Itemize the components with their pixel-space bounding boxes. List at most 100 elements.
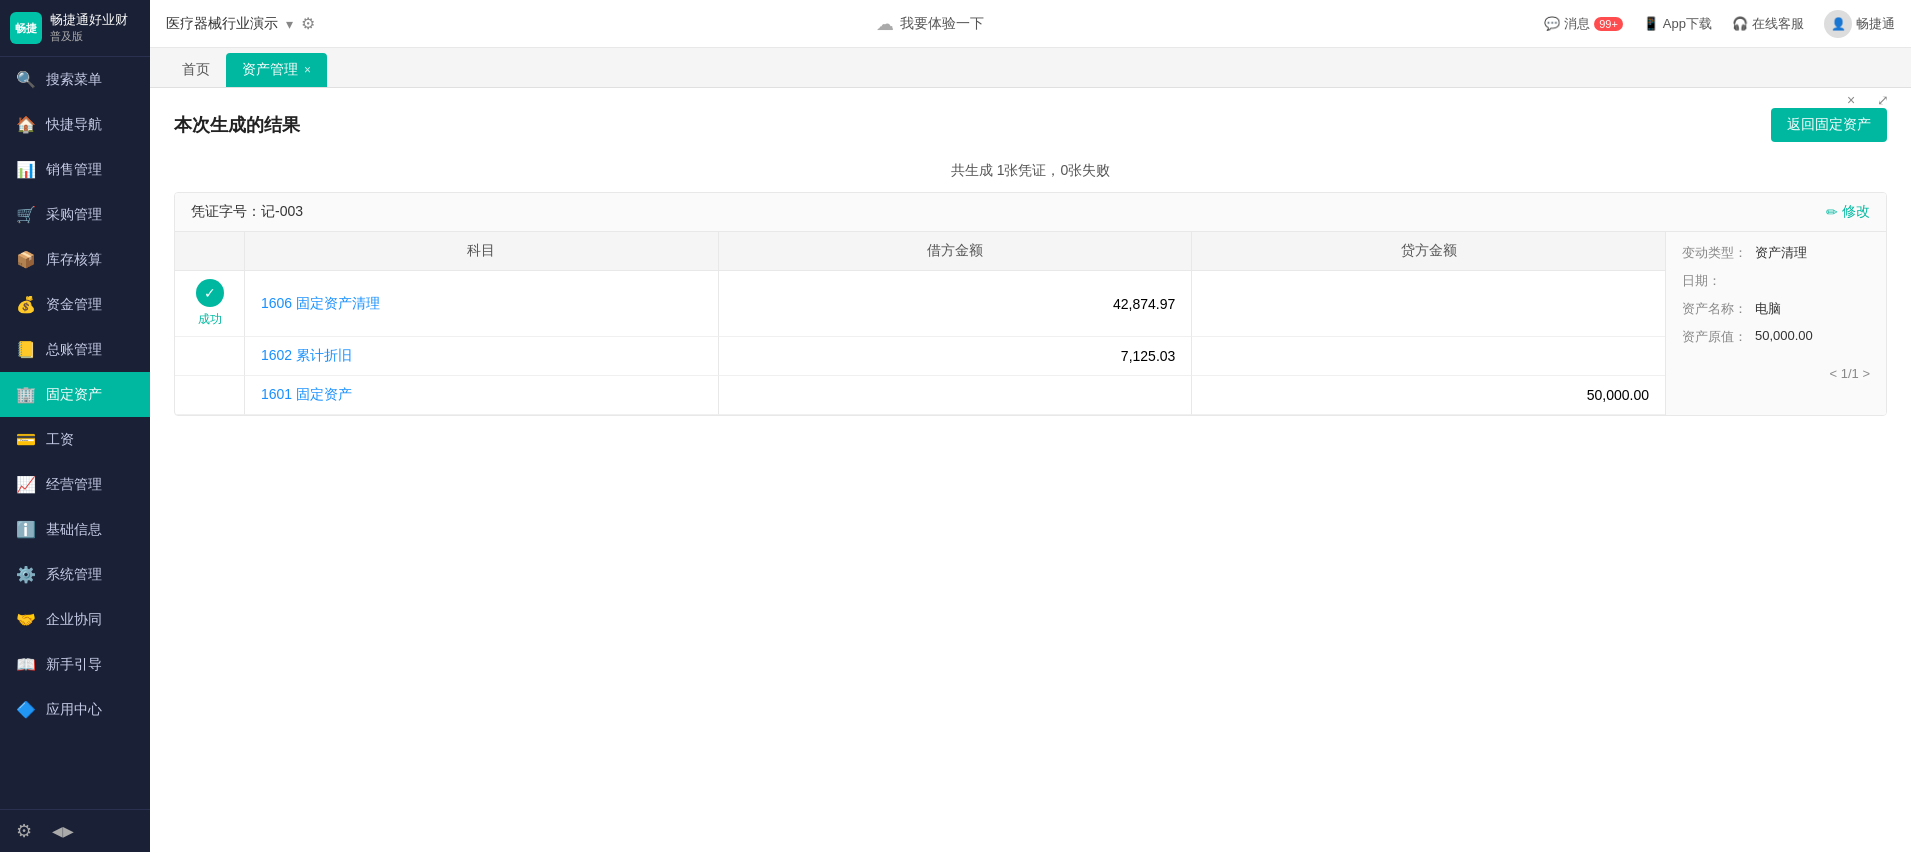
sidebar-item-ledger[interactable]: 📒 总账管理 xyxy=(0,327,150,372)
card-icon: 💳 xyxy=(16,430,36,449)
search-icon: 🔍 xyxy=(16,70,36,89)
sidebar-item-inventory[interactable]: 📦 库存核算 xyxy=(0,237,150,282)
sidebar-item-search[interactable]: 🔍 搜索菜单 xyxy=(0,57,150,102)
table-cell-credit-2 xyxy=(1192,337,1665,376)
sidebar-item-system[interactable]: ⚙️ 系统管理 xyxy=(0,552,150,597)
sidebar-nav: 🔍 搜索菜单 🏠 快捷导航 📊 销售管理 🛒 采购管理 📦 库存核算 💰 资金管… xyxy=(0,57,150,809)
pagination-prev[interactable]: < xyxy=(1830,366,1838,381)
voucher-number: 凭证字号：记-003 xyxy=(191,203,303,221)
success-indicator: ✓ 成功 xyxy=(175,271,245,337)
trial-text[interactable]: 我要体验一下 xyxy=(900,15,984,33)
panel-original-value: 资产原值： 50,000.00 xyxy=(1682,328,1870,346)
sidebar-item-app-center[interactable]: 🔷 应用中心 xyxy=(0,687,150,732)
table-cell-credit-1 xyxy=(1192,271,1665,337)
tab-asset-mgmt[interactable]: 资产管理 × xyxy=(226,53,327,87)
message-icon: 💬 xyxy=(1544,16,1560,31)
sidebar-item-purchase[interactable]: 🛒 采购管理 xyxy=(0,192,150,237)
tab-close-icon[interactable]: × xyxy=(304,63,311,77)
panel-pagination: < 1/1 > xyxy=(1682,366,1870,381)
page-header: 本次生成的结果 返回固定资产 xyxy=(174,108,1887,142)
voucher-body: 科目 借方金额 贷方金额 ✓ 成功 1606 固定资产清理 42,874.97 xyxy=(175,232,1886,415)
panel-asset-name: 资产名称： 电脑 xyxy=(1682,300,1870,318)
app-download-icon: 📱 xyxy=(1643,16,1659,31)
table-cell-debit-2: 7,125.03 xyxy=(719,337,1193,376)
box-icon: 📦 xyxy=(16,250,36,269)
table-cell-debit-3 xyxy=(719,376,1193,415)
chart-icon: 📊 xyxy=(16,160,36,179)
table-cell-credit-3: 50,000.00 xyxy=(1192,376,1665,415)
table-cell-account-1: 1606 固定资产清理 xyxy=(245,271,719,337)
main-area: 医疗器械行业演示 ▾ ⚙ ☁ 我要体验一下 💬 消息 99+ 📱 App下载 🎧… xyxy=(150,0,1911,852)
sidebar-item-fixed-assets[interactable]: 🏢 固定资产 xyxy=(0,372,150,417)
logo-subtitle: 普及版 xyxy=(50,29,128,44)
voucher-card: 凭证字号：记-003 ✏ 修改 科目 借方金额 贷方金额 xyxy=(174,192,1887,416)
table-header-credit: 贷方金额 xyxy=(1192,232,1665,270)
expand-button[interactable]: ⤢ xyxy=(1871,88,1895,112)
guide-icon: 📖 xyxy=(16,655,36,674)
sidebar-bottom: ⚙ ◀▶ xyxy=(0,809,150,852)
content-area: × ⤢ 本次生成的结果 返回固定资产 共生成 1张凭证，0张失败 凭证字号：记-… xyxy=(150,88,1911,852)
user-button[interactable]: 👤 畅捷通 xyxy=(1824,10,1895,38)
book-icon: 📒 xyxy=(16,340,36,359)
table-header-subject: 科目 xyxy=(245,232,719,270)
sidebar-item-basic-info[interactable]: ℹ️ 基础信息 xyxy=(0,507,150,552)
table-row: 1601 固定资产 50,000.00 xyxy=(175,376,1665,415)
change-type-label: 变动类型： xyxy=(1682,244,1747,262)
sidebar-item-quick-nav[interactable]: 🏠 快捷导航 xyxy=(0,102,150,147)
panel-date: 日期： xyxy=(1682,272,1870,290)
close-button[interactable]: × xyxy=(1839,88,1863,112)
trend-icon: 📈 xyxy=(16,475,36,494)
message-button[interactable]: 💬 消息 99+ xyxy=(1544,15,1623,33)
asset-name-value: 电脑 xyxy=(1755,300,1781,318)
success-circle: ✓ xyxy=(196,279,224,307)
table-cell-account-2: 1602 累计折旧 xyxy=(245,337,719,376)
voucher-header: 凭证字号：记-003 ✏ 修改 xyxy=(175,193,1886,232)
table-header-debit: 借方金额 xyxy=(719,232,1193,270)
asset-name-label: 资产名称： xyxy=(1682,300,1747,318)
online-service-button[interactable]: 🎧 在线客服 xyxy=(1732,15,1804,33)
username: 畅捷通 xyxy=(1856,15,1895,33)
change-type-value: 资产清理 xyxy=(1755,244,1807,262)
sidebar-item-guide[interactable]: 📖 新手引导 xyxy=(0,642,150,687)
summary-bar: 共生成 1张凭证，0张失败 xyxy=(174,162,1887,180)
sidebar-item-sales[interactable]: 📊 销售管理 xyxy=(0,147,150,192)
topbar-center: ☁ 我要体验一下 xyxy=(876,13,984,35)
logo-icon: 畅捷 xyxy=(10,12,42,44)
table-row: ✓ 成功 1606 固定资产清理 42,874.97 xyxy=(175,271,1665,337)
table-header-row: 科目 借方金额 贷方金额 xyxy=(175,232,1665,271)
sidebar-toggle-icon[interactable]: ◀▶ xyxy=(52,823,74,839)
sidebar-item-finance[interactable]: 💰 资金管理 xyxy=(0,282,150,327)
message-badge: 99+ xyxy=(1594,17,1623,31)
tab-label: 资产管理 xyxy=(242,61,298,79)
pagination-next[interactable]: > xyxy=(1862,366,1870,381)
topbar: 医疗器械行业演示 ▾ ⚙ ☁ 我要体验一下 💬 消息 99+ 📱 App下载 🎧… xyxy=(150,0,1911,48)
logo-title: 畅捷通好业财 xyxy=(50,12,128,29)
voucher-table-area: 科目 借方金额 贷方金额 ✓ 成功 1606 固定资产清理 42,874.97 xyxy=(175,232,1666,415)
topbar-right: 💬 消息 99+ 📱 App下载 🎧 在线客服 👤 畅捷通 xyxy=(1544,10,1895,38)
message-label: 消息 xyxy=(1564,15,1590,33)
table-cell-debit-1: 42,874.97 xyxy=(719,271,1193,337)
home-icon: 🏠 xyxy=(16,115,36,134)
tab-home[interactable]: 首页 xyxy=(166,53,226,87)
success-label: 成功 xyxy=(198,311,222,328)
edit-button[interactable]: ✏ 修改 xyxy=(1826,203,1870,221)
sidebar-item-enterprise[interactable]: 🤝 企业协同 xyxy=(0,597,150,642)
return-fixed-assets-button[interactable]: 返回固定资产 xyxy=(1771,108,1887,142)
app-download-button[interactable]: 📱 App下载 xyxy=(1643,15,1712,33)
company-dropdown-icon[interactable]: ▾ xyxy=(286,16,293,32)
panel-change-type: 变动类型： 资产清理 xyxy=(1682,244,1870,262)
row3-indicator xyxy=(175,376,245,415)
pagination-info: 1/1 xyxy=(1841,366,1863,381)
cart-icon: 🛒 xyxy=(16,205,36,224)
page-title: 本次生成的结果 xyxy=(174,113,300,137)
building-icon: 🏢 xyxy=(16,385,36,404)
sidebar-settings-icon[interactable]: ⚙ xyxy=(16,820,32,842)
topbar-settings-icon[interactable]: ⚙ xyxy=(301,14,315,33)
sidebar: 畅捷 畅捷通好业财 普及版 🔍 搜索菜单 🏠 快捷导航 📊 销售管理 🛒 采购管… xyxy=(0,0,150,852)
sidebar-item-payroll[interactable]: 💳 工资 xyxy=(0,417,150,462)
date-label: 日期： xyxy=(1682,272,1721,290)
table-row: 1602 累计折旧 7,125.03 xyxy=(175,337,1665,376)
handshake-icon: 🤝 xyxy=(16,610,36,629)
sidebar-item-operations[interactable]: 📈 经营管理 xyxy=(0,462,150,507)
gear-icon: ⚙️ xyxy=(16,565,36,584)
